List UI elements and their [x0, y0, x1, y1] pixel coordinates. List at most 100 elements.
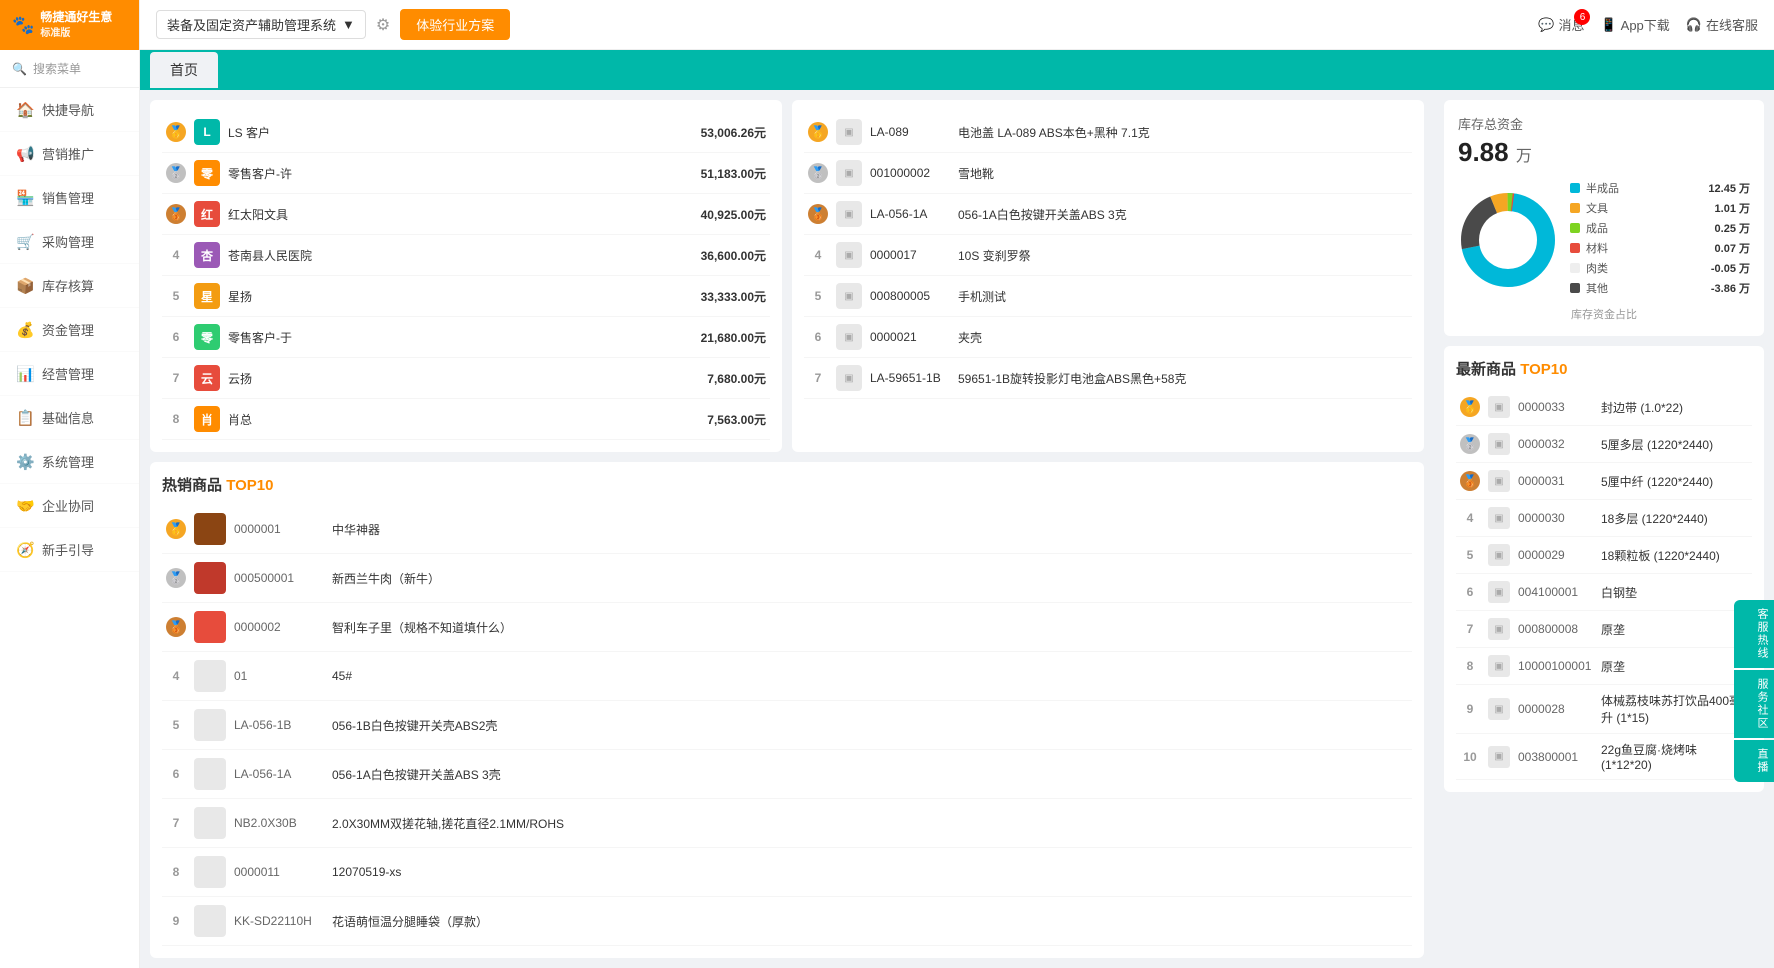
new-product-row: 🥈 ▣ 0000032 5厘多层 (1220*2440): [1456, 426, 1752, 463]
new-product-name: 白钢垫: [1601, 584, 1748, 601]
donut-chart: [1458, 190, 1558, 290]
rank-avatar: 云: [194, 365, 220, 391]
sidebar-item-system[interactable]: ⚙️ 系统管理: [0, 440, 139, 484]
rank-avatar: 零: [194, 160, 220, 186]
product-code: LA-089: [870, 125, 950, 139]
hot-products-list: 🥇 0000001 中华神器 🥈 000500001 新西兰牛肉（新牛） 🥉 0…: [162, 505, 1412, 946]
sidebar-logo: 🐾 畅捷通好生意 标准版: [0, 0, 139, 50]
product-rank-icon: ▣: [836, 201, 862, 227]
legend-value: 1.01 万: [1715, 200, 1750, 216]
rank-num: 6: [808, 330, 828, 344]
new-product-name: 22g鱼豆腐·烧烤味 (1*12*20): [1601, 741, 1748, 772]
legend-value: -3.86 万: [1711, 280, 1750, 296]
rank-value: 53,006.26元: [701, 124, 766, 141]
product-name: 10S 变刹罗祭: [958, 247, 1408, 264]
hot-product-name: 花语萌恒温分腿睡袋（厚款）: [332, 913, 1408, 930]
rank-num: 4: [1460, 511, 1480, 525]
rank-avatar: 杏: [194, 242, 220, 268]
new-product-icon: ▣: [1488, 698, 1510, 720]
new-product-code: 0000028: [1518, 702, 1593, 716]
legend-name: 材料: [1586, 240, 1709, 256]
rank-avatar: L: [194, 119, 220, 145]
new-product-code: 10000100001: [1518, 659, 1593, 673]
settings-icon[interactable]: ⚙: [376, 15, 390, 35]
hot-product-name: 中华神器: [332, 521, 1408, 538]
new-product-code: 0000032: [1518, 437, 1593, 451]
new-product-code: 0000030: [1518, 511, 1593, 525]
rank-name: 云扬: [228, 370, 699, 387]
inventory-chart-label: 库存资金占比: [1458, 306, 1750, 322]
hot-product-code: LA-056-1A: [234, 767, 324, 781]
legend-value: 0.07 万: [1715, 240, 1750, 256]
app-download-item[interactable]: 📱 App下载: [1600, 15, 1669, 34]
sidebar-item-purchase[interactable]: 🛒 采购管理: [0, 220, 139, 264]
new-product-name: 5厘多层 (1220*2440): [1601, 436, 1748, 453]
sidebar-item-marketing[interactable]: 📢 营销推广: [0, 132, 139, 176]
sidebar-nav: 🏠 快捷导航 📢 营销推广 🏪 销售管理 🛒 采购管理 📦 库存核算 💰 资金管…: [0, 88, 139, 968]
online-service-item[interactable]: 🎧 在线客服: [1686, 15, 1758, 34]
sidebar-item-inventory[interactable]: 📦 库存核算: [0, 264, 139, 308]
hot-product-row: 7 NB2.0X30B 2.0X30MM双搓花轴,搓花直径2.1MM/ROHS: [162, 799, 1412, 848]
customer-ranking-row: 6 零 零售客户-于 21,680.00元: [162, 317, 770, 358]
rank-num: 5: [808, 289, 828, 303]
sidebar-item-operation[interactable]: 📊 经营管理: [0, 352, 139, 396]
system-select[interactable]: 装备及固定资产辅助管理系统 ▼: [156, 10, 366, 39]
legend-dot: [1570, 223, 1580, 233]
hot-product-name: 2.0X30MM双搓花轴,搓花直径2.1MM/ROHS: [332, 815, 1408, 832]
legend-item: 其他 -3.86 万: [1570, 280, 1750, 296]
product-img-placeholder: [194, 709, 226, 741]
enterprise-icon: 🤝: [16, 497, 34, 515]
message-item[interactable]: 💬 消息 6: [1538, 15, 1584, 34]
product-rank-icon: ▣: [836, 160, 862, 186]
hot-product-name: 056-1A白色按键开关盖ABS 3壳: [332, 766, 1408, 783]
legend-dot: [1570, 243, 1580, 253]
legend-item: 成品 0.25 万: [1570, 220, 1750, 236]
rank-value: 51,183.00元: [701, 165, 766, 182]
rank-value: 36,600.00元: [701, 247, 766, 264]
rank-num: 6: [166, 767, 186, 781]
sidebar-item-finance[interactable]: 💰 资金管理: [0, 308, 139, 352]
rank-num: 7: [808, 371, 828, 385]
new-product-icon: ▣: [1488, 433, 1510, 455]
legend-item: 半成品 12.45 万: [1570, 180, 1750, 196]
sidebar: 🐾 畅捷通好生意 标准版 🔍 搜索菜单 🏠 快捷导航 📢 营销推广 🏪 销售管理…: [0, 0, 140, 968]
rank-medal-3: 🥉: [166, 617, 186, 637]
rank-medal-3: 🥉: [166, 204, 186, 224]
rank-medal-2: 🥈: [1460, 434, 1480, 454]
new-product-name: 5厘中纤 (1220*2440): [1601, 473, 1748, 490]
rank-value: 33,333.00元: [701, 288, 766, 305]
new-product-icon: ▣: [1488, 655, 1510, 677]
nav-tabs: 首页: [140, 50, 1774, 90]
sidebar-item-sales[interactable]: 🏪 销售管理: [0, 176, 139, 220]
sidebar-search[interactable]: 🔍 搜索菜单: [0, 50, 139, 88]
product-rank-icon: ▣: [836, 119, 862, 145]
main-wrap: 装备及固定资产辅助管理系统 ▼ ⚙ 体验行业方案 💬 消息 6 📱 App下载 …: [140, 0, 1774, 968]
tab-home[interactable]: 首页: [150, 52, 218, 88]
sidebar-item-guide[interactable]: 🧭 新手引导: [0, 528, 139, 572]
hot-products-card: 热销商品 TOP10 🥇 0000001 中华神器 🥈 000500001 新西…: [150, 462, 1424, 958]
rank-num: 7: [166, 371, 186, 385]
sidebar-item-quick-nav[interactable]: 🏠 快捷导航: [0, 88, 139, 132]
product-code: 001000002: [870, 166, 950, 180]
hot-product-code: NB2.0X30B: [234, 816, 324, 830]
rank-value: 21,680.00元: [701, 329, 766, 346]
float-btn-direct[interactable]: 直播: [1734, 740, 1774, 782]
rank-num: 8: [166, 865, 186, 879]
sidebar-item-enterprise[interactable]: 🤝 企业协同: [0, 484, 139, 528]
sidebar-item-basic[interactable]: 📋 基础信息: [0, 396, 139, 440]
float-btn-customer-service[interactable]: 客服热线: [1734, 600, 1774, 668]
trial-button[interactable]: 体验行业方案: [400, 9, 510, 40]
new-product-name: 封边带 (1.0*22): [1601, 399, 1748, 416]
rank-num: 7: [166, 816, 186, 830]
marketing-icon: 📢: [16, 145, 34, 163]
main-panel: 🥇 L LS 客户 53,006.26元 🥈 零 零售客户-许 51,183.0…: [140, 90, 1434, 968]
new-product-name: 18多层 (1220*2440): [1601, 510, 1748, 527]
product-name: 电池盖 LA-089 ABS本色+黑种 7.1克: [958, 124, 1408, 141]
new-product-row: 4 ▣ 0000030 18多层 (1220*2440): [1456, 500, 1752, 537]
new-product-row: 7 ▣ 000800008 原垄: [1456, 611, 1752, 648]
customer-ranking-row: 5 星 星扬 33,333.00元: [162, 276, 770, 317]
rank-num: 7: [1460, 622, 1480, 636]
new-products-title: 最新商品 TOP10: [1456, 358, 1752, 379]
float-btn-community[interactable]: 服务社区: [1734, 670, 1774, 738]
rank-medal-1: 🥇: [166, 519, 186, 539]
